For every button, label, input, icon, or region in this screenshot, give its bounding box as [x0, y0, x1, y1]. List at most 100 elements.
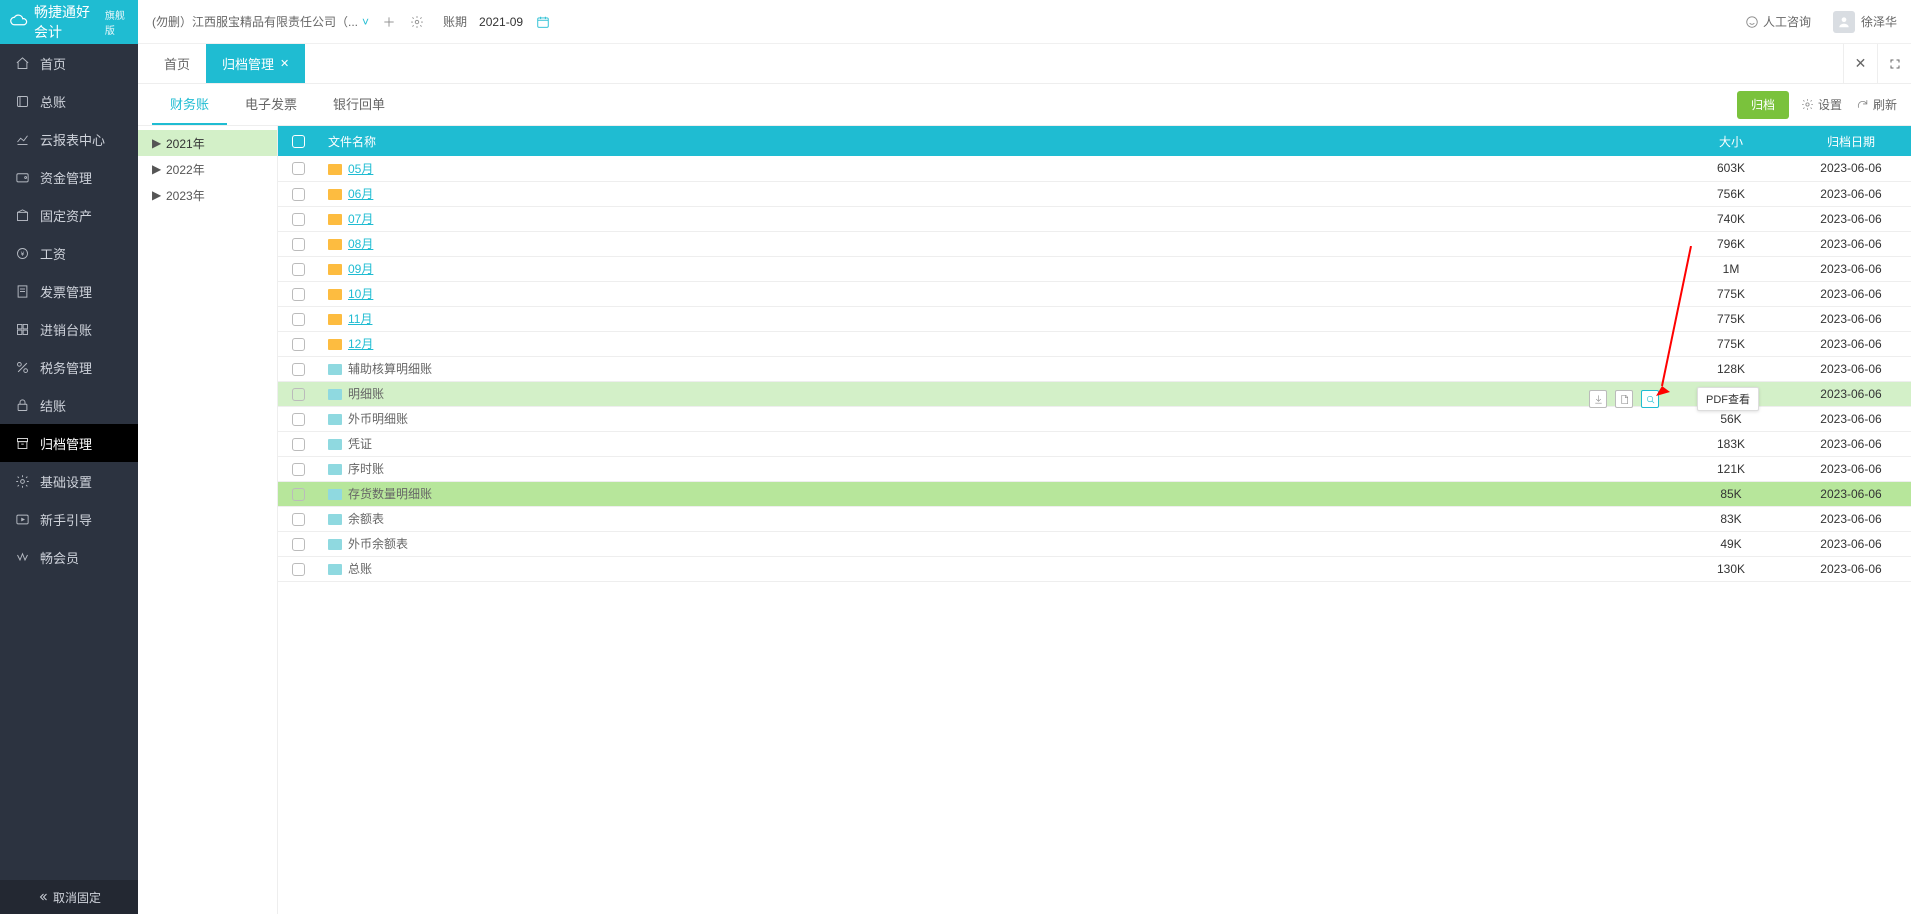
subtab-0[interactable]: 财务账: [152, 84, 227, 125]
file-name[interactable]: 06月: [348, 187, 373, 201]
table-row[interactable]: 辅助核算明细账128K2023-06-06: [278, 356, 1911, 381]
subtab-2[interactable]: 银行回单: [315, 84, 403, 125]
sidebar-item-funds[interactable]: 资金管理: [0, 158, 138, 196]
row-checkbox[interactable]: [292, 388, 305, 401]
settings-link[interactable]: 设置: [1801, 96, 1842, 113]
refresh-link[interactable]: 刷新: [1856, 96, 1897, 113]
file-size: 775K: [1671, 331, 1791, 356]
file-name[interactable]: 11月: [348, 312, 372, 326]
row-checkbox[interactable]: [292, 438, 305, 451]
row-checkbox[interactable]: [292, 363, 305, 376]
add-icon[interactable]: [381, 14, 397, 30]
sidebar-item-invoice[interactable]: 发票管理: [0, 272, 138, 310]
tree-label: 2022年: [166, 161, 205, 178]
user-menu[interactable]: 徐泽华: [1833, 11, 1897, 33]
unpin-button[interactable]: 取消固定: [0, 880, 138, 914]
subtab-1[interactable]: 电子发票: [227, 84, 315, 125]
sidebar-item-vip[interactable]: 畅会员: [0, 538, 138, 576]
row-checkbox[interactable]: [292, 288, 305, 301]
table-row[interactable]: 序时账121K2023-06-06: [278, 456, 1911, 481]
tree-item-1[interactable]: ▶2022年: [138, 156, 277, 182]
file-name[interactable]: 08月: [348, 237, 373, 251]
file-name[interactable]: 10月: [348, 287, 373, 301]
support-label: 人工咨询: [1763, 13, 1811, 30]
sidebar-item-reports[interactable]: 云报表中心: [0, 120, 138, 158]
close-icon[interactable]: ✕: [280, 57, 289, 70]
gear-icon[interactable]: [409, 14, 425, 30]
sidebar-item-label: 资金管理: [40, 168, 92, 187]
table-row[interactable]: 10月775K2023-06-06: [278, 281, 1911, 306]
table-row[interactable]: 余额表83K2023-06-06: [278, 506, 1911, 531]
tree-item-2[interactable]: ▶2023年: [138, 182, 277, 208]
row-checkbox[interactable]: [292, 513, 305, 526]
file-name[interactable]: 12月: [348, 337, 373, 351]
table-row[interactable]: 外币余额表49K2023-06-06: [278, 531, 1911, 556]
row-checkbox[interactable]: [292, 162, 305, 175]
sidebar-item-label: 固定资产: [40, 206, 92, 225]
table-row[interactable]: 09月1M2023-06-06: [278, 256, 1911, 281]
table-row[interactable]: 存货数量明细账85K2023-06-06: [278, 481, 1911, 506]
company-selector[interactable]: (勿删）江西服宝精品有限责任公司（... ˅: [152, 13, 369, 30]
tab-0[interactable]: 首页: [148, 44, 206, 83]
sidebar-item-stock[interactable]: 进销台账: [0, 310, 138, 348]
table-row[interactable]: 凭证183K2023-06-06: [278, 431, 1911, 456]
download-action-icon[interactable]: [1589, 390, 1607, 408]
row-checkbox[interactable]: [292, 188, 305, 201]
coin-icon: ¥: [14, 245, 30, 261]
table-row[interactable]: 12月775K2023-06-06: [278, 331, 1911, 356]
file-size: 49K: [1671, 531, 1791, 556]
table-row[interactable]: 05月603K2023-06-06: [278, 156, 1911, 181]
row-checkbox[interactable]: [292, 488, 305, 501]
table-row[interactable]: 08月796K2023-06-06: [278, 231, 1911, 256]
file-name: 凭证: [348, 437, 372, 451]
file-name[interactable]: 05月: [348, 162, 373, 176]
row-checkbox[interactable]: [292, 413, 305, 426]
row-checkbox[interactable]: [292, 213, 305, 226]
support-link[interactable]: 人工咨询: [1745, 13, 1811, 30]
row-checkbox[interactable]: [292, 338, 305, 351]
sidebar-item-salary[interactable]: ¥工资: [0, 234, 138, 272]
home-icon: [14, 55, 30, 71]
table-row[interactable]: 07月740K2023-06-06: [278, 206, 1911, 231]
row-checkbox[interactable]: [292, 463, 305, 476]
tab-1[interactable]: 归档管理✕: [206, 44, 305, 83]
file-name[interactable]: 09月: [348, 262, 373, 276]
play-icon: [14, 511, 30, 527]
sidebar-item-tax[interactable]: 税务管理: [0, 348, 138, 386]
table-row[interactable]: 明细账30K2023-06-06: [278, 381, 1911, 406]
sidebar-item-settings[interactable]: 基础设置: [0, 462, 138, 500]
user-name: 徐泽华: [1861, 13, 1897, 30]
row-checkbox[interactable]: [292, 313, 305, 326]
sidebar-item-guide[interactable]: 新手引导: [0, 500, 138, 538]
sidebar-item-assets[interactable]: 固定资产: [0, 196, 138, 234]
tab-label: 首页: [164, 54, 190, 73]
tree-item-0[interactable]: ▶2021年: [138, 130, 277, 156]
archive-button[interactable]: 归档: [1737, 91, 1789, 119]
col-size: 大小: [1671, 126, 1791, 156]
subtab-label: 银行回单: [333, 94, 385, 113]
sidebar-item-home[interactable]: 首页: [0, 44, 138, 82]
table-row[interactable]: 总账130K2023-06-06: [278, 556, 1911, 581]
calendar-icon[interactable]: [535, 14, 551, 30]
sidebar-item-ledger[interactable]: 总账: [0, 82, 138, 120]
chart-icon: [14, 131, 30, 147]
file-name[interactable]: 07月: [348, 212, 373, 226]
table-row[interactable]: 外币明细账56K2023-06-06: [278, 406, 1911, 431]
sidebar-item-archive[interactable]: 归档管理: [0, 424, 138, 462]
close-window-button[interactable]: ✕: [1843, 44, 1877, 83]
table-row[interactable]: 06月 756K2023-06-06: [278, 181, 1911, 206]
sidebar-item-close[interactable]: 结账: [0, 386, 138, 424]
row-checkbox[interactable]: [292, 238, 305, 251]
file-date: 2023-06-06: [1791, 181, 1911, 206]
period-value[interactable]: 2021-09: [479, 15, 523, 29]
row-checkbox[interactable]: [292, 563, 305, 576]
table-row[interactable]: 11月775K2023-06-06: [278, 306, 1911, 331]
file-size: 756K: [1671, 181, 1791, 206]
pdf-export-icon[interactable]: [1615, 390, 1633, 408]
select-all-checkbox[interactable]: [292, 135, 305, 148]
row-checkbox[interactable]: [292, 263, 305, 276]
pdf-view-icon[interactable]: [1641, 390, 1659, 408]
sidebar-item-label: 畅会员: [40, 548, 79, 567]
row-checkbox[interactable]: [292, 538, 305, 551]
fullscreen-button[interactable]: [1877, 44, 1911, 83]
